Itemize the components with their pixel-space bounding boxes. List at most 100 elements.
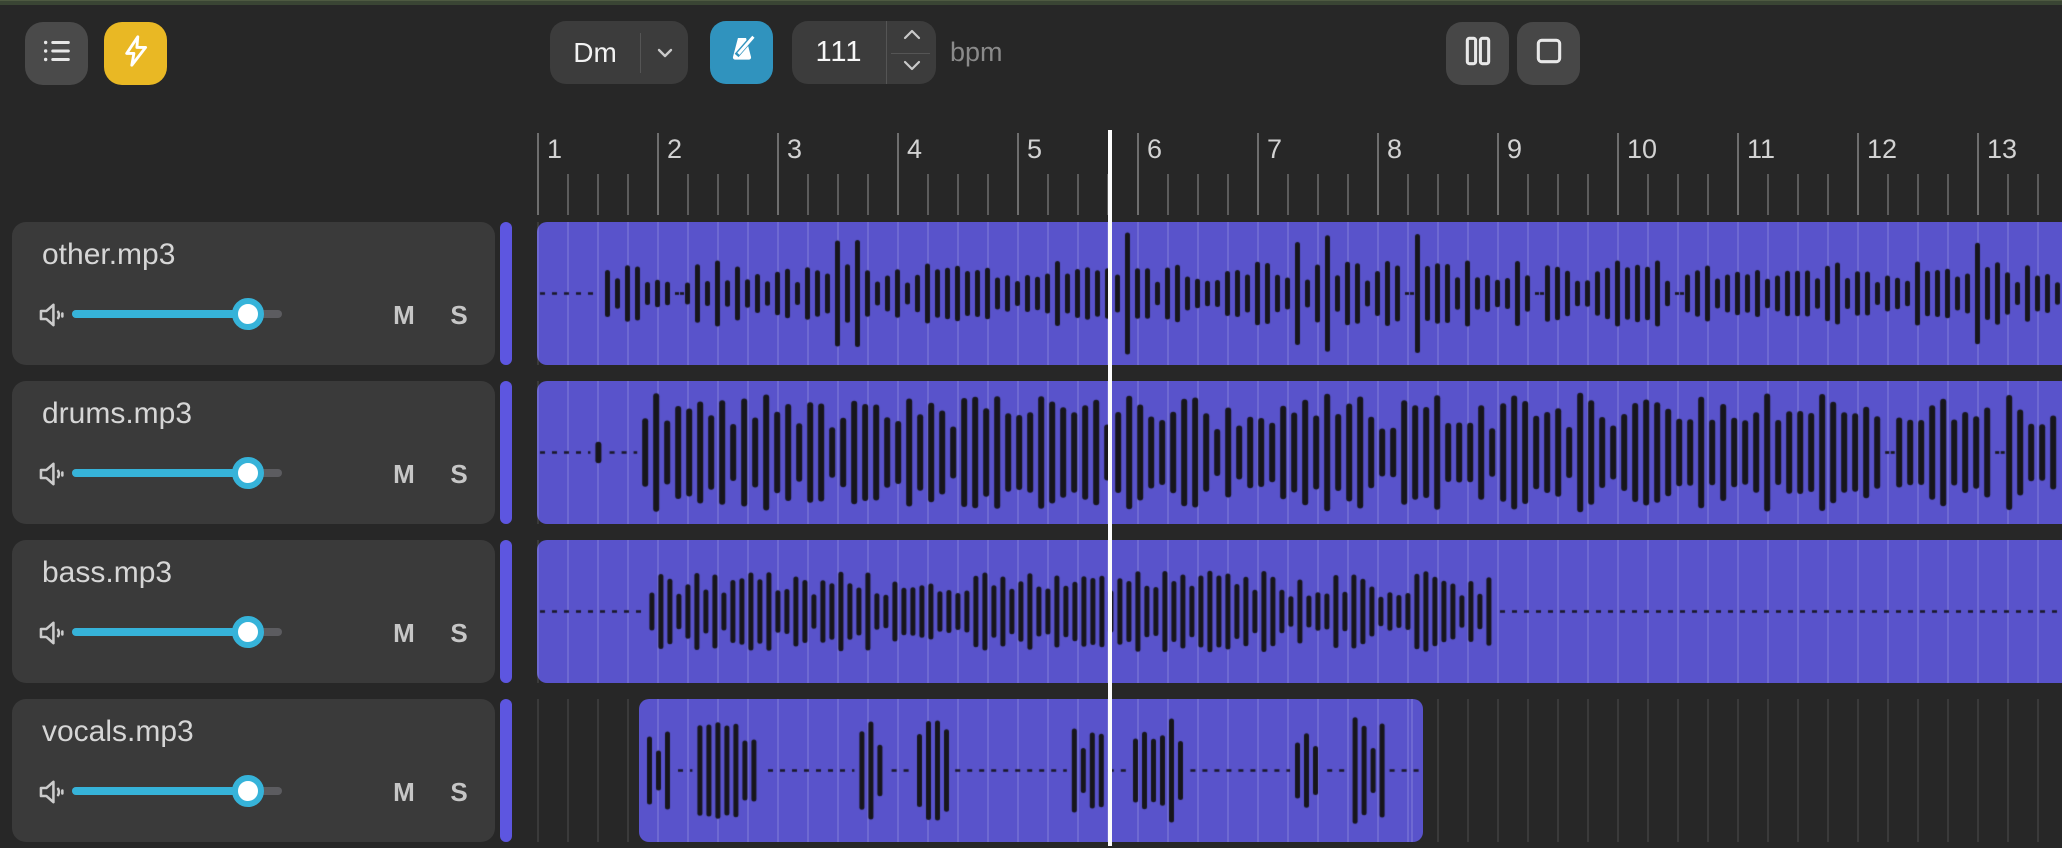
slider-fill (72, 469, 248, 477)
ruler-tick (927, 174, 929, 215)
metronome-button[interactable] (710, 21, 773, 84)
playhead[interactable] (1108, 130, 1112, 846)
lightning-icon (118, 33, 154, 74)
slider-thumb[interactable] (232, 457, 264, 489)
ruler-bar-label: 8 (1387, 134, 1403, 164)
ruler-tick (1947, 174, 1949, 215)
ruler-bar-label: 13 (1987, 134, 2018, 164)
ruler-tick (1317, 174, 1319, 215)
audio-region[interactable] (537, 540, 2062, 683)
track-title: bass.mp3 (42, 556, 173, 589)
ruler-tick (1707, 174, 1709, 215)
ruler-tick (1077, 174, 1079, 215)
ruler-tick (807, 174, 809, 215)
volume-slider[interactable] (72, 616, 282, 648)
ruler-tick (1167, 174, 1169, 215)
ruler-tick (1407, 174, 1409, 215)
solo-button[interactable]: S (441, 618, 477, 650)
ruler-tick (1797, 174, 1799, 215)
ruler-tick (1227, 174, 1229, 215)
ruler-tick (837, 174, 839, 215)
ruler-bar-label: 6 (1147, 134, 1163, 164)
solo-button[interactable]: S (441, 777, 477, 809)
audio-region[interactable] (537, 381, 2062, 524)
chevron-down-icon (902, 58, 922, 79)
ruler-tick (1587, 174, 1589, 215)
ruler-tick (1287, 174, 1289, 215)
ruler-tick (867, 174, 869, 215)
volume-icon[interactable] (36, 775, 70, 814)
bpm-decrement-button[interactable] (887, 53, 936, 85)
slider-fill (72, 628, 248, 636)
ruler-bar-label: 7 (1267, 134, 1283, 164)
bpm-increment-button[interactable] (887, 21, 936, 53)
audio-region[interactable] (639, 699, 1423, 842)
slider-thumb[interactable] (232, 298, 264, 330)
ruler-tick (1677, 174, 1679, 215)
track-title: drums.mp3 (42, 397, 193, 430)
volume-icon[interactable] (36, 298, 70, 337)
ruler-tick (1257, 133, 1259, 215)
track-row: bass.mp3 M S (0, 540, 2062, 683)
mute-button[interactable]: M (386, 618, 422, 650)
app: Dm 111 bpm 1 2 3 4 5 6 7 8 9 10 11 12 13… (0, 0, 2062, 848)
ruler-tick (1887, 174, 1889, 215)
volume-slider[interactable] (72, 457, 282, 489)
single-view-button[interactable] (1517, 22, 1580, 85)
slider-thumb[interactable] (232, 616, 264, 648)
key-value: Dm (573, 36, 617, 68)
ruler-bar-label: 11 (1747, 134, 1776, 164)
chevron-up-icon (902, 26, 922, 47)
ruler-tick (897, 133, 899, 215)
volume-slider[interactable] (72, 298, 282, 330)
track-lane (537, 699, 2062, 842)
split-view-button[interactable] (1446, 22, 1509, 85)
track-row: vocals.mp3 M S (0, 699, 2062, 842)
tracklist-button[interactable] (25, 22, 88, 85)
columns-icon (1462, 35, 1494, 72)
waveform-canvas (537, 381, 2062, 524)
ruler-tick (1857, 133, 1859, 215)
mute-button[interactable]: M (386, 459, 422, 491)
ruler-bar-label: 9 (1507, 134, 1523, 164)
bpm-stepper[interactable]: 111 (792, 21, 936, 84)
ruler-tick (1197, 174, 1199, 215)
top-accent-strip (0, 0, 2062, 5)
mute-button[interactable]: M (386, 777, 422, 809)
ruler-tick (1617, 133, 1619, 215)
track-row: other.mp3 M S (0, 222, 2062, 365)
track-color-bar (500, 381, 512, 524)
volume-icon[interactable] (36, 616, 70, 655)
audio-region[interactable] (537, 222, 2062, 365)
square-icon (1533, 35, 1565, 72)
timeline-ruler[interactable]: 1 2 3 4 5 6 7 8 9 10 11 12 13 (0, 130, 2062, 216)
ruler-bar-label: 5 (1027, 134, 1043, 164)
track-header: other.mp3 M S (12, 222, 495, 365)
ruler-tick (1347, 174, 1349, 215)
slider-fill (72, 310, 248, 318)
bpm-value[interactable]: 111 (792, 36, 886, 69)
slider-thumb[interactable] (232, 775, 264, 807)
ruler-bar-label: 1 (547, 134, 563, 164)
slider-fill (72, 787, 248, 795)
ruler-tick (1497, 133, 1499, 215)
ruler-tick (747, 174, 749, 215)
track-title: vocals.mp3 (42, 715, 194, 748)
metronome-icon (724, 32, 760, 73)
ruler-bar-label: 10 (1627, 134, 1658, 164)
ruler-tick (1737, 133, 1739, 215)
track-color-bar (500, 222, 512, 365)
flash-button[interactable] (104, 22, 167, 85)
ruler-tick (1917, 174, 1919, 215)
mute-button[interactable]: M (386, 300, 422, 332)
key-selector[interactable]: Dm (550, 21, 688, 84)
ruler-tick (567, 174, 569, 215)
ruler-tick (777, 133, 779, 215)
volume-icon[interactable] (36, 457, 70, 496)
volume-slider[interactable] (72, 775, 282, 807)
ruler-tick (1467, 174, 1469, 215)
bpm-unit-label: bpm (950, 37, 1003, 67)
ruler-bar-label: 4 (907, 134, 923, 164)
solo-button[interactable]: S (441, 459, 477, 491)
solo-button[interactable]: S (441, 300, 477, 332)
